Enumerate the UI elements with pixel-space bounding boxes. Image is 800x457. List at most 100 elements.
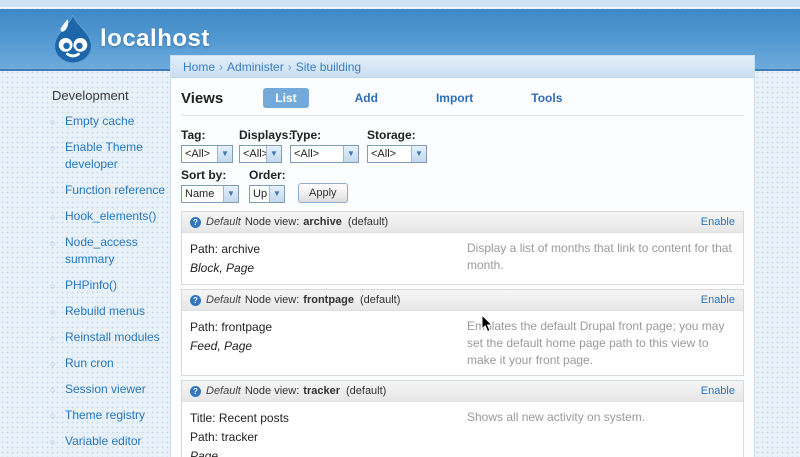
sidebar-item-label: PHPinfo()	[65, 278, 118, 292]
bullet-circle-icon: ○	[50, 186, 56, 196]
view-path: Path: frontpage	[190, 320, 273, 334]
view-default-label: Default	[206, 216, 241, 228]
sidebar-item-theme-registry[interactable]: ○ Theme registry	[50, 407, 170, 424]
view-row-archive: ? Default Node view: archive (default) E…	[181, 211, 744, 285]
filter-displays: Displays: <All> ▼	[239, 128, 292, 163]
bullet-circle-icon: ○	[50, 238, 56, 248]
bullet-circle-icon: ○	[50, 437, 56, 447]
sidebar-item-enable-theme-developer[interactable]: ○ Enable Theme developer	[50, 139, 170, 173]
view-display-types: Block, Page	[190, 261, 255, 275]
sort-by-select-value: Name	[185, 188, 215, 200]
view-name: archive	[303, 216, 342, 228]
help-icon[interactable]: ?	[190, 216, 201, 228]
filter-sort-by-label: Sort by:	[181, 168, 227, 182]
tab-tools[interactable]: Tools	[519, 88, 574, 108]
filter-tag: Tag: <All> ▼	[181, 128, 233, 163]
displays-select-value: <All>	[243, 148, 266, 160]
breadcrumb-administer-link[interactable]: Administer	[227, 60, 284, 74]
bullet-circle-icon: ○	[50, 385, 56, 395]
bullet-circle-icon: ○	[50, 307, 56, 317]
view-type-label: Node view:	[244, 385, 300, 397]
view-description: Emulates the default Drupal front page; …	[467, 319, 725, 367]
view-display-types: Page	[190, 449, 219, 457]
view-description: Display a list of months that link to co…	[467, 241, 732, 272]
filter-storage-label: Storage:	[367, 128, 416, 142]
bullet-circle-icon: ○	[50, 212, 56, 222]
sidebar-item-label: Hook_elements()	[65, 209, 157, 223]
top-strip	[0, 0, 800, 8]
bullet-circle-icon: ○	[50, 281, 56, 291]
view-row-header: ? Default Node view: archive (default) E…	[182, 212, 743, 233]
sidebar-item-empty-cache[interactable]: ○ Empty cache	[50, 113, 170, 130]
panel-content: Views List Add Import Tools Tag: <All> ▼ …	[171, 78, 754, 457]
tab-add[interactable]: Add	[343, 88, 390, 108]
sidebar-item-label: Theme registry	[65, 408, 146, 422]
sort-by-select[interactable]: Name ▼	[181, 185, 239, 203]
main-panel: Home › Administer › Site building Views List…	[170, 55, 755, 457]
filter-order-label: Order:	[249, 168, 286, 182]
displays-select[interactable]: <All> ▼	[239, 145, 282, 163]
sidebar-item-run-cron[interactable]: ○ Run cron	[50, 355, 170, 372]
view-display-types: Feed, Page	[190, 339, 253, 353]
enable-link[interactable]: Enable	[701, 216, 735, 228]
filter-tag-label: Tag:	[181, 128, 206, 142]
tag-select-value: <All>	[185, 148, 211, 160]
filter-row-1: Tag: <All> ▼ Displays: <All> ▼ Type: <All>…	[181, 128, 744, 163]
page: { "header": { "site_name": "localhost" }…	[0, 0, 800, 457]
storage-select[interactable]: <All> ▼	[367, 145, 427, 163]
view-suffix: (default)	[345, 385, 387, 397]
breadcrumb-separator: ›	[219, 60, 224, 74]
breadcrumb-site-building-link[interactable]: Site building	[296, 60, 361, 74]
view-title: Title: Recent posts	[190, 411, 289, 425]
enable-link[interactable]: Enable	[701, 385, 735, 397]
sidebar-item-node-access-summary[interactable]: ○ Node_access summary	[50, 234, 170, 268]
sidebar-item-label: Enable Theme developer	[65, 140, 143, 171]
view-path: Path: tracker	[190, 430, 259, 444]
order-select[interactable]: Up ▼	[249, 185, 285, 203]
bullet-circle-icon: ○	[50, 117, 56, 127]
sidebar-item-function-reference[interactable]: ○ Function reference	[50, 182, 170, 199]
filters: Tag: <All> ▼ Displays: <All> ▼ Type: <All>…	[181, 128, 744, 203]
filter-sort-by: Sort by: Name ▼	[181, 168, 239, 203]
tab-list[interactable]: List	[263, 88, 309, 108]
sidebar-item-label: Variable editor	[65, 434, 142, 448]
sidebar: Development ○ Empty cache ○ Enable Theme d…	[0, 82, 170, 457]
view-details: Path: archive Block, Page	[190, 240, 467, 278]
sidebar-heading-development: Development	[52, 88, 129, 103]
sidebar-item-session-viewer[interactable]: ○ Session viewer	[50, 381, 170, 398]
filter-type-label: Type:	[290, 128, 322, 142]
filter-storage: Storage: <All> ▼	[367, 128, 427, 163]
chevron-down-icon: ▼	[269, 186, 284, 202]
tag-select[interactable]: <All> ▼	[181, 145, 233, 163]
sidebar-item-rebuild-menus[interactable]: ○ Rebuild menus	[50, 303, 170, 320]
chevron-down-icon: ▼	[411, 146, 426, 162]
chevron-down-icon: ▼	[217, 146, 232, 162]
view-default-label: Default	[206, 385, 241, 397]
apply-button[interactable]: Apply	[298, 183, 348, 203]
site-name[interactable]: localhost	[100, 25, 210, 53]
help-icon[interactable]: ?	[190, 385, 201, 397]
sidebar-item-phpinfo[interactable]: ○ PHPinfo()	[50, 277, 170, 294]
tab-import[interactable]: Import	[424, 88, 485, 108]
view-default-label: Default	[206, 294, 241, 306]
view-path: Path: archive	[190, 242, 261, 256]
help-icon[interactable]: ?	[190, 294, 201, 306]
title-row: Views List Add Import Tools	[181, 86, 744, 116]
bullet-circle-icon: ○	[50, 333, 56, 343]
type-select[interactable]: <All> ▼	[290, 145, 359, 163]
view-details: Title: Recent posts Path: tracker Page	[190, 409, 467, 457]
breadcrumb-home-link[interactable]: Home	[183, 60, 215, 74]
sidebar-item-reinstall-modules[interactable]: ○ Reinstall modules	[50, 329, 170, 346]
sidebar-item-variable-editor[interactable]: ○ Variable editor	[50, 433, 170, 450]
view-suffix: (default)	[360, 294, 401, 306]
bullet-circle-icon: ○	[50, 143, 56, 153]
sidebar-item-label: Node_access summary	[65, 235, 138, 266]
view-name: frontpage	[303, 294, 355, 306]
enable-link[interactable]: Enable	[701, 294, 735, 306]
view-details: Path: frontpage Feed, Page	[190, 318, 467, 369]
order-select-value: Up	[253, 188, 268, 200]
sidebar-item-label: Session viewer	[65, 382, 146, 396]
breadcrumb-separator: ›	[287, 60, 292, 74]
sidebar-item-label: Empty cache	[65, 114, 135, 128]
sidebar-item-hook-elements[interactable]: ○ Hook_elements()	[50, 208, 170, 225]
